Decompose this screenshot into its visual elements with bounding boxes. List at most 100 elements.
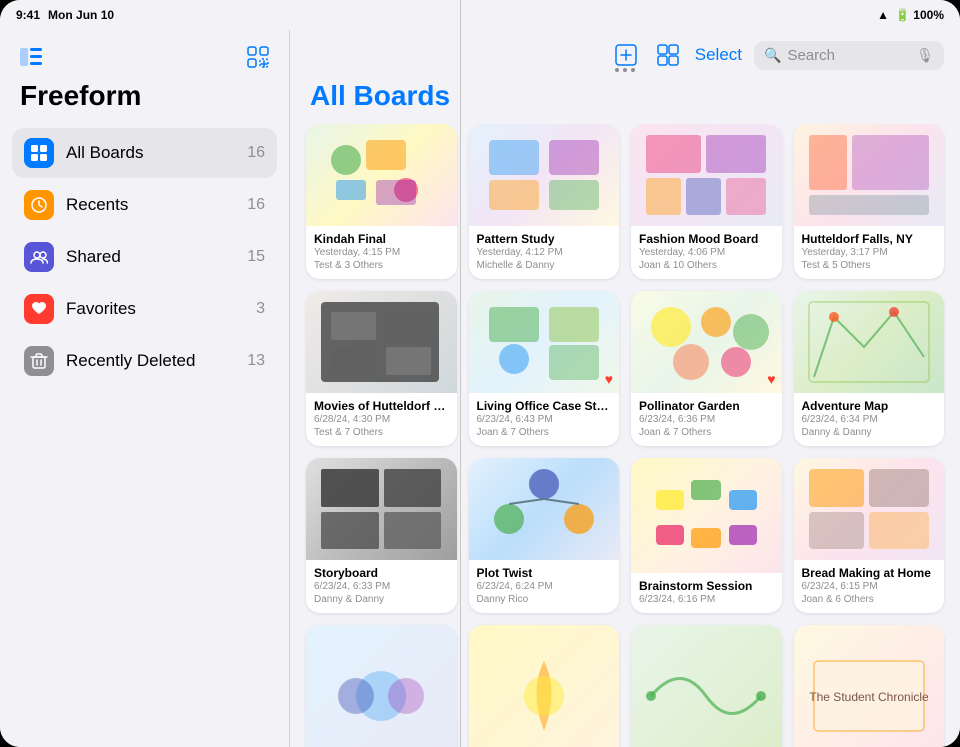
board-name-pattern-study: Pattern Study	[477, 232, 612, 246]
board-info-living-office: Living Office Case Study 6/23/24, 6:43 P…	[469, 393, 620, 446]
board-name-brainstorm-session: Brainstorm Session	[639, 579, 774, 593]
board-card-kindah-final[interactable]: Kindah Final Yesterday, 4:15 PM Test & 3…	[306, 124, 457, 279]
wifi-icon: ▲	[877, 8, 889, 22]
board-card-row4d[interactable]: The Student Chronicle	[794, 625, 945, 747]
sidebar-item-recents[interactable]: Recents 16	[12, 180, 277, 230]
board-thumbnail-movies-hutteldorf	[306, 291, 457, 393]
sidebar: Freeform All Boards	[0, 30, 290, 747]
shared-label: Shared	[66, 247, 121, 267]
board-date-pattern-study: Yesterday, 4:12 PM	[477, 246, 612, 259]
favorite-badge: ♥	[605, 371, 613, 387]
status-bar-right: ▲ 🔋 100%	[877, 8, 944, 22]
board-thumbnail-pollinator-garden: ♥	[631, 291, 782, 393]
board-collaborators-hutteldorf-falls: Test & 5 Others	[802, 259, 937, 272]
sidebar-divider	[460, 0, 461, 747]
board-card-storyboard[interactable]: Storyboard 6/23/24, 6:33 PM Danny & Dann…	[306, 458, 457, 613]
search-bar[interactable]: 🔍 Search 🎙	[754, 41, 944, 70]
board-card-pattern-study[interactable]: Pattern Study Yesterday, 4:12 PM Michell…	[469, 124, 620, 279]
board-date-storyboard: 6/23/24, 6:33 PM	[314, 580, 449, 593]
board-card-brainstorm-session[interactable]: Brainstorm Session 6/23/24, 6:16 PM	[631, 458, 782, 613]
status-time: 9:41	[16, 8, 40, 22]
favorites-label: Favorites	[66, 299, 136, 319]
board-name-hutteldorf-falls: Hutteldorf Falls, NY	[802, 232, 937, 246]
board-card-living-office[interactable]: ♥ Living Office Case Study 6/23/24, 6:43…	[469, 291, 620, 446]
board-info-storyboard: Storyboard 6/23/24, 6:33 PM Danny & Dann…	[306, 560, 457, 613]
boards-grid: Kindah Final Yesterday, 4:15 PM Test & 3…	[290, 124, 960, 747]
board-name-bread-making: Bread Making at Home	[802, 566, 937, 580]
board-collaborators-pollinator-garden: Joan & 7 Others	[639, 426, 774, 439]
board-collaborators-pattern-study: Michelle & Danny	[477, 259, 612, 272]
board-date-fashion-mood-board: Yesterday, 4:06 PM	[639, 246, 774, 259]
favorites-count: 3	[256, 300, 265, 318]
board-collaborators-movies-hutteldorf: Test & 7 Others	[314, 426, 449, 439]
app-title: Freeform	[0, 76, 289, 128]
board-card-fashion-mood-board[interactable]: Fashion Mood Board Yesterday, 4:06 PM Jo…	[631, 124, 782, 279]
grid-view-button[interactable]	[653, 40, 683, 70]
select-button[interactable]: Select	[695, 45, 742, 65]
board-thumbnail-row4a	[306, 625, 457, 747]
recents-icon	[24, 190, 54, 220]
content-title: All Boards	[310, 80, 940, 112]
board-name-plot-twist: Plot Twist	[477, 566, 612, 580]
board-card-row4c[interactable]	[631, 625, 782, 747]
board-card-pollinator-garden[interactable]: ♥ Pollinator Garden 6/23/24, 6:36 PM Joa…	[631, 291, 782, 446]
sidebar-item-recently-deleted[interactable]: Recently Deleted 13	[12, 336, 277, 386]
sidebar-header	[0, 30, 289, 76]
status-bar-left: 9:41 Mon Jun 10	[16, 8, 114, 22]
board-card-hutteldorf-falls[interactable]: Hutteldorf Falls, NY Yesterday, 3:17 PM …	[794, 124, 945, 279]
board-info-adventure-map: Adventure Map 6/23/24, 6:34 PM Danny & D…	[794, 393, 945, 446]
board-name-storyboard: Storyboard	[314, 566, 449, 580]
add-board-icon[interactable]	[247, 46, 269, 68]
sidebar-item-shared[interactable]: Shared 15	[12, 232, 277, 282]
content-header: All Boards	[290, 80, 960, 124]
board-name-pollinator-garden: Pollinator Garden	[639, 399, 774, 413]
recently-deleted-label: Recently Deleted	[66, 351, 195, 371]
board-name-fashion-mood-board: Fashion Mood Board	[639, 232, 774, 246]
board-info-hutteldorf-falls: Hutteldorf Falls, NY Yesterday, 3:17 PM …	[794, 226, 945, 279]
board-date-movies-hutteldorf: 6/28/24, 4:30 PM	[314, 413, 449, 426]
microphone-icon[interactable]: 🎙	[916, 47, 934, 64]
board-thumbnail-storyboard	[306, 458, 457, 560]
board-collaborators-plot-twist: Danny Rico	[477, 593, 612, 606]
sidebar-nav: All Boards 16 Recents	[0, 128, 289, 386]
board-card-adventure-map[interactable]: Adventure Map 6/23/24, 6:34 PM Danny & D…	[794, 291, 945, 446]
favorite-badge: ♥	[767, 371, 775, 387]
board-info-kindah-final: Kindah Final Yesterday, 4:15 PM Test & 3…	[306, 226, 457, 279]
board-info-bread-making: Bread Making at Home 6/23/24, 6:15 PM Jo…	[794, 560, 945, 613]
board-name-movies-hutteldorf: Movies of Hutteldorf Fa...	[314, 399, 449, 413]
board-info-fashion-mood-board: Fashion Mood Board Yesterday, 4:06 PM Jo…	[631, 226, 782, 279]
search-placeholder: Search	[787, 47, 910, 64]
board-thumbnail-fashion-mood-board	[631, 124, 782, 226]
board-name-living-office: Living Office Case Study	[477, 399, 612, 413]
shared-count: 15	[247, 248, 265, 266]
shared-icon	[24, 242, 54, 272]
board-thumbnail-pattern-study	[469, 124, 620, 226]
board-thumbnail-adventure-map	[794, 291, 945, 393]
board-card-row4a[interactable]	[306, 625, 457, 747]
sidebar-item-all-boards[interactable]: All Boards 16	[12, 128, 277, 178]
board-date-adventure-map: 6/23/24, 6:34 PM	[802, 413, 937, 426]
board-date-kindah-final: Yesterday, 4:15 PM	[314, 246, 449, 259]
new-board-button[interactable]	[611, 40, 641, 70]
status-bar: 9:41 Mon Jun 10 ▲ 🔋 100%	[0, 0, 960, 30]
recently-deleted-count: 13	[247, 352, 265, 370]
board-name-adventure-map: Adventure Map	[802, 399, 937, 413]
board-thumbnail-bread-making	[794, 458, 945, 560]
board-card-bread-making[interactable]: Bread Making at Home 6/23/24, 6:15 PM Jo…	[794, 458, 945, 613]
board-date-hutteldorf-falls: Yesterday, 3:17 PM	[802, 246, 937, 259]
toolbar: Select 🔍 Search 🎙	[290, 30, 960, 80]
board-info-pollinator-garden: Pollinator Garden 6/23/24, 6:36 PM Joan …	[631, 393, 782, 446]
board-collaborators-fashion-mood-board: Joan & 10 Others	[639, 259, 774, 272]
favorites-icon	[24, 294, 54, 324]
board-card-movies-hutteldorf[interactable]: Movies of Hutteldorf Fa... 6/28/24, 4:30…	[306, 291, 457, 446]
sidebar-icon-group	[20, 48, 42, 66]
board-card-row4b[interactable]	[469, 625, 620, 747]
board-card-plot-twist[interactable]: Plot Twist 6/23/24, 6:24 PM Danny Rico	[469, 458, 620, 613]
recents-count: 16	[247, 196, 265, 214]
sidebar-toggle-icon[interactable]	[20, 48, 42, 66]
board-info-pattern-study: Pattern Study Yesterday, 4:12 PM Michell…	[469, 226, 620, 279]
board-collaborators-bread-making: Joan & 6 Others	[802, 593, 937, 606]
sidebar-item-favorites[interactable]: Favorites 3	[12, 284, 277, 334]
board-date-bread-making: 6/23/24, 6:15 PM	[802, 580, 937, 593]
board-thumbnail-row4c	[631, 625, 782, 747]
